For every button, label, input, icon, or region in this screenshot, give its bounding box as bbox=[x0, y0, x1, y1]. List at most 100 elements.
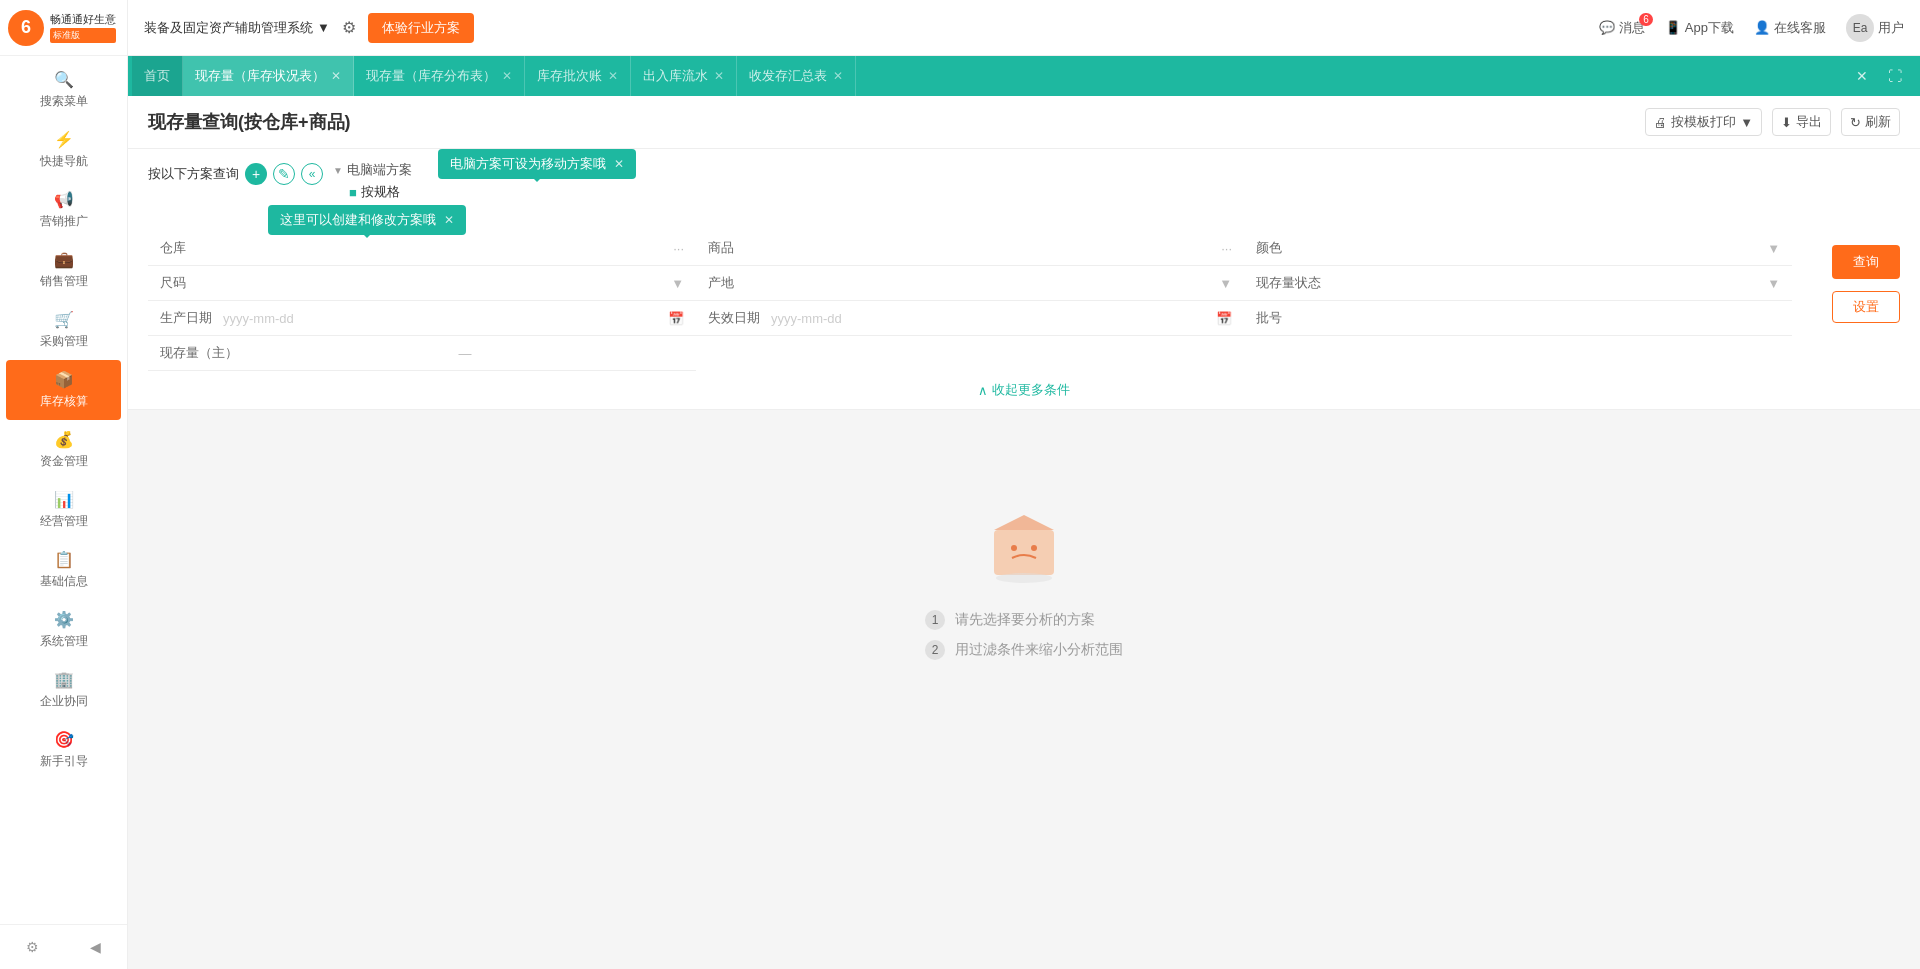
sidebar-item-quicknav[interactable]: ⚡ 快捷导航 bbox=[0, 120, 127, 180]
user-btn[interactable]: Ea 用户 bbox=[1846, 14, 1904, 42]
warehouse-input[interactable] bbox=[223, 241, 665, 256]
batch-no-input[interactable] bbox=[1319, 311, 1780, 326]
tab-collect-summary[interactable]: 收发存汇总表 ✕ bbox=[737, 56, 856, 96]
stock-status-input[interactable] bbox=[1329, 276, 1759, 291]
size-label: 尺码 bbox=[160, 274, 215, 292]
sidebar-item-inventory[interactable]: 📦 库存核算 bbox=[6, 360, 121, 420]
page-actions: 🖨 按模板打印 ▼ ⬇ 导出 ↻ 刷新 bbox=[1645, 108, 1900, 136]
tab-inventory-dist-label: 现存量（库存分布表） bbox=[366, 67, 496, 85]
app-download-btn[interactable]: 📱 App下载 bbox=[1665, 19, 1734, 37]
expire-date-input[interactable] bbox=[771, 311, 1208, 326]
prod-date-input[interactable] bbox=[223, 311, 660, 326]
tab-in-out-flow[interactable]: 出入库流水 ✕ bbox=[631, 56, 737, 96]
filter-cell-prod-date: 生产日期 📅 bbox=[148, 301, 696, 336]
tab-inventory-status[interactable]: 现存量（库存状况表） ✕ bbox=[183, 56, 354, 96]
tab-close-inventory-dist[interactable]: ✕ bbox=[502, 69, 512, 83]
scheme-tooltip: 电脑方案可设为移动方案哦 ✕ bbox=[438, 149, 636, 179]
step2-text: 用过滤条件来缩小分析范围 bbox=[955, 641, 1123, 659]
sidebar-item-finance[interactable]: 💰 资金管理 bbox=[0, 420, 127, 480]
sidebar-item-finance-label: 资金管理 bbox=[40, 453, 88, 470]
origin-input[interactable] bbox=[771, 276, 1211, 291]
sidebar-item-system[interactable]: ⚙️ 系统管理 bbox=[0, 600, 127, 660]
filter-row-2: 尺码 ▼ 产地 ▼ bbox=[148, 266, 1792, 301]
tab-close-inventory-status[interactable]: ✕ bbox=[331, 69, 341, 83]
svg-point-2 bbox=[1011, 545, 1017, 551]
stock-main-to[interactable] bbox=[484, 346, 685, 361]
sidebar-item-purchase[interactable]: 🛒 采购管理 bbox=[0, 300, 127, 360]
page-title: 现存量查询(按仓库+商品) bbox=[148, 110, 351, 134]
support-btn[interactable]: 👤 在线客服 bbox=[1754, 19, 1826, 37]
system-selector[interactable]: 装备及固定资产辅助管理系统 ▼ bbox=[144, 19, 330, 37]
expire-date-label: 失效日期 bbox=[708, 309, 763, 327]
color-icons: ▼ bbox=[1767, 241, 1780, 256]
tab-batch-account[interactable]: 库存批次账 ✕ bbox=[525, 56, 631, 96]
export-btn[interactable]: ⬇ 导出 bbox=[1772, 108, 1831, 136]
sidebar-item-operation[interactable]: 📊 经营管理 bbox=[0, 480, 127, 540]
print-btn[interactable]: 🖨 按模板打印 ▼ bbox=[1645, 108, 1762, 136]
filter-cell-warehouse: 仓库 ··· bbox=[148, 231, 696, 266]
scheme-tooltip-close[interactable]: ✕ bbox=[614, 157, 624, 171]
refresh-btn[interactable]: ↻ 刷新 bbox=[1841, 108, 1900, 136]
finance-icon: 💰 bbox=[54, 430, 74, 449]
size-input[interactable] bbox=[223, 276, 663, 291]
tab-close-batch-account[interactable]: ✕ bbox=[608, 69, 618, 83]
sidebar-item-marketing[interactable]: 📢 营销推广 bbox=[0, 180, 127, 240]
tab-close-in-out-flow[interactable]: ✕ bbox=[714, 69, 724, 83]
industry-btn[interactable]: 体验行业方案 bbox=[368, 13, 474, 43]
origin-dropdown-icon[interactable]: ▼ bbox=[1219, 276, 1232, 291]
create-tooltip-close[interactable]: ✕ bbox=[444, 213, 454, 227]
color-input[interactable] bbox=[1319, 241, 1759, 256]
tab-home[interactable]: 首页 bbox=[132, 56, 183, 96]
search-btn[interactable]: 查询 bbox=[1832, 245, 1900, 279]
maximize-btn[interactable]: ⛶ bbox=[1882, 66, 1908, 86]
goods-more-icon[interactable]: ··· bbox=[1221, 241, 1232, 256]
goods-input[interactable] bbox=[771, 241, 1213, 256]
close-all-tabs-btn[interactable]: ✕ bbox=[1850, 66, 1874, 86]
filter-fields: 仓库 ··· 商品 ··· bbox=[128, 231, 1812, 371]
expire-date-icons: 📅 bbox=[1216, 311, 1232, 326]
sidebar-item-basic[interactable]: 📋 基础信息 bbox=[0, 540, 127, 600]
tab-close-collect-summary[interactable]: ✕ bbox=[833, 69, 843, 83]
filter-cell-stock-main: 现存量（主） — bbox=[148, 336, 696, 371]
set-btn[interactable]: 设置 bbox=[1832, 291, 1900, 323]
filter-cell-expire-date: 失效日期 📅 bbox=[696, 301, 1244, 336]
scheme-mobile-row: ▶ 移动端方案 bbox=[333, 209, 1900, 231]
sidebar-item-guide[interactable]: 🎯 新手引导 bbox=[0, 720, 127, 780]
edit-scheme-btn[interactable]: ✎ bbox=[273, 163, 295, 185]
tab-collect-summary-label: 收发存汇总表 bbox=[749, 67, 827, 85]
stock-status-label: 现存量状态 bbox=[1256, 274, 1321, 292]
size-dropdown-icon[interactable]: ▼ bbox=[671, 276, 684, 291]
collapse-more-btn[interactable]: ∧ 收起更多条件 bbox=[128, 371, 1920, 409]
sidebar-item-enterprise[interactable]: 🏢 企业协同 bbox=[0, 660, 127, 720]
page-header: 现存量查询(按仓库+商品) 🖨 按模板打印 ▼ ⬇ 导出 ↻ 刷新 bbox=[128, 96, 1920, 149]
more-dots-icon[interactable]: ··· bbox=[673, 241, 684, 256]
page-content: 现存量查询(按仓库+商品) 🖨 按模板打印 ▼ ⬇ 导出 ↻ 刷新 bbox=[128, 96, 1920, 969]
add-scheme-btn[interactable]: + bbox=[245, 163, 267, 185]
filter-fields-area: 仓库 ··· 商品 ··· bbox=[128, 231, 1920, 371]
create-tooltip-text: 这里可以创建和修改方案哦 bbox=[280, 211, 436, 229]
empty-svg bbox=[974, 490, 1074, 590]
tab-home-label: 首页 bbox=[144, 67, 170, 85]
stock-status-dropdown-icon[interactable]: ▼ bbox=[1767, 276, 1780, 291]
stock-status-icons: ▼ bbox=[1767, 276, 1780, 291]
stock-main-label: 现存量（主） bbox=[160, 344, 238, 362]
color-dropdown-icon[interactable]: ▼ bbox=[1767, 241, 1780, 256]
settings-bottom-btn[interactable]: ⚙ bbox=[22, 935, 43, 959]
tab-inventory-dist[interactable]: 现存量（库存分布表） ✕ bbox=[354, 56, 525, 96]
sidebar-item-search[interactable]: 🔍 搜索菜单 bbox=[0, 60, 127, 120]
messages-icon: 💬 bbox=[1599, 20, 1615, 35]
stock-main-from[interactable] bbox=[246, 346, 447, 361]
expire-date-calendar-icon[interactable]: 📅 bbox=[1216, 311, 1232, 326]
scheme-sub-text: 按规格 bbox=[361, 183, 400, 201]
app-icon: 📱 bbox=[1665, 20, 1681, 35]
system-name: 装备及固定资产辅助管理系统 bbox=[144, 19, 313, 37]
collapse-sidebar-btn[interactable]: ◀ bbox=[86, 935, 105, 959]
messages-btn[interactable]: 💬 消息 6 bbox=[1599, 19, 1645, 37]
prod-date-calendar-icon[interactable]: 📅 bbox=[668, 311, 684, 326]
back-scheme-btn[interactable]: « bbox=[301, 163, 323, 185]
basic-icon: 📋 bbox=[54, 550, 74, 569]
range-separator: — bbox=[455, 346, 476, 361]
sidebar-item-sales[interactable]: 💼 销售管理 bbox=[0, 240, 127, 300]
tab-batch-account-label: 库存批次账 bbox=[537, 67, 602, 85]
gear-icon[interactable]: ⚙ bbox=[342, 18, 356, 37]
